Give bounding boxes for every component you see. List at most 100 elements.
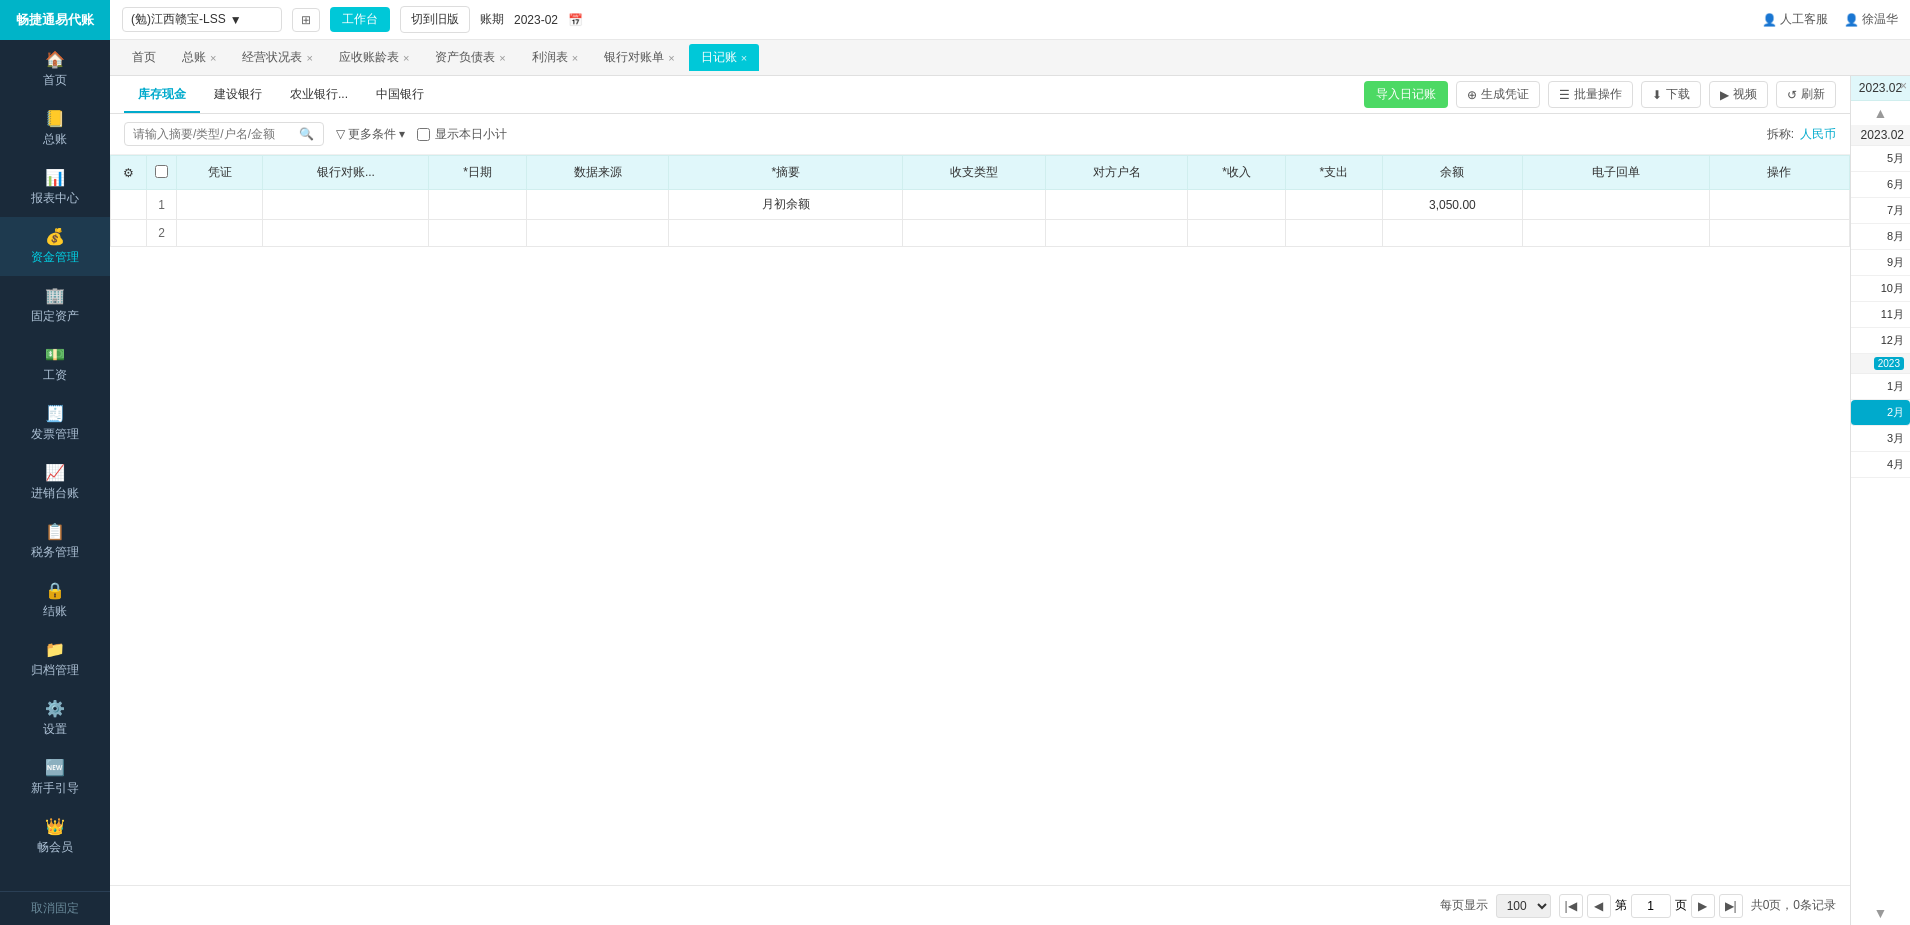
sales-icon: 📈 [45,463,65,482]
tab-bank-label: 银行对账单 [604,49,664,66]
copy-button[interactable]: ⊞ [292,8,320,32]
date-month-1[interactable]: 1月 [1851,374,1910,400]
th-counterparty: 对方户名 [1045,156,1188,190]
date-month-10[interactable]: 10月 [1851,276,1910,302]
sidebar-item-label: 畅会员 [37,839,73,856]
sidebar-item-finance[interactable]: 💰 资金管理 [0,217,110,276]
sub-tab-boc[interactable]: 中国银行 [362,78,438,113]
show-today-checkbox[interactable] [417,128,430,141]
last-page-button[interactable]: ▶| [1719,894,1743,918]
prev-page-button[interactable]: ◀ [1587,894,1611,918]
th-settings[interactable]: ⚙ [111,156,147,190]
unpin-button[interactable]: 取消固定 [0,891,110,925]
sub-tab-cash[interactable]: 库存现金 [124,78,200,113]
date-month-11[interactable]: 11月 [1851,302,1910,328]
date-month-9[interactable]: 9月 [1851,250,1910,276]
search-box[interactable]: 🔍 [124,122,324,146]
period-label: 账期 [480,11,504,28]
sidebar-item-closing[interactable]: 🔒 结账 [0,571,110,630]
page-number-input[interactable] [1631,894,1671,918]
sidebar-item-ledger[interactable]: 📒 总账 [0,99,110,158]
tab-ledger-label: 总账 [182,49,206,66]
old-version-button[interactable]: 切到旧版 [400,6,470,33]
tab-receivables[interactable]: 应收账龄表 × [327,44,421,71]
currency-value[interactable]: 人民币 [1800,126,1836,143]
invoice-icon: 🧾 [45,404,65,423]
date-scroll-up[interactable]: ▲ [1851,101,1910,125]
download-label: 下载 [1666,86,1690,103]
sidebar-item-label: 工资 [43,367,67,384]
calendar-icon[interactable]: 📅 [568,13,583,27]
journal-area: 库存现金 建设银行 农业银行... 中国银行 导入日记账 ⊕ 生成凭证 [110,76,1850,925]
sub-tab-ccb[interactable]: 建设银行 [200,78,276,113]
more-filter-button[interactable]: ▽ 更多条件 ▾ [336,126,405,143]
topbar: (勉)江西赣宝-LSS ▼ ⊞ 工作台 切到旧版 账期 2023-02 📅 👤 … [110,0,1910,40]
tab-assets-close[interactable]: × [499,52,505,64]
sidebar-item-archive[interactable]: 📁 归档管理 [0,630,110,689]
tab-ledger[interactable]: 总账 × [170,44,228,71]
tab-journal[interactable]: 日记账 × [689,44,759,71]
date-month-7[interactable]: 7月 [1851,198,1910,224]
tab-journal-close[interactable]: × [741,52,747,64]
sub-tab-abc[interactable]: 农业银行... [276,78,362,113]
tab-bank-reconcile[interactable]: 银行对账单 × [592,44,686,71]
chevron-down-icon: ▾ [399,127,405,141]
service-button[interactable]: 👤 人工客服 [1762,11,1828,28]
page-size-label: 每页显示 [1440,897,1488,914]
date-scroll-down[interactable]: ▼ [1851,901,1910,925]
row-voucher [177,220,263,247]
batch-op-button[interactable]: ☰ 批量操作 [1548,81,1633,108]
video-button[interactable]: ▶ 视频 [1709,81,1768,108]
tab-ledger-close[interactable]: × [210,52,216,64]
sidebar-item-home[interactable]: 🏠 首页 [0,40,110,99]
sidebar-item-tax[interactable]: 📋 税务管理 [0,512,110,571]
th-summary: *摘要 [669,156,903,190]
sidebar-item-vip[interactable]: 👑 畅会员 [0,807,110,866]
sidebar-item-assets[interactable]: 🏢 固定资产 [0,276,110,335]
row-checkbox: 1 [147,190,177,220]
tab-bank-close[interactable]: × [668,52,674,64]
th-payment-type: 收支类型 [903,156,1046,190]
tab-assets[interactable]: 资产负债表 × [423,44,517,71]
select-all-checkbox[interactable] [155,165,168,178]
company-selector[interactable]: (勉)江西赣宝-LSS ▼ [122,7,282,32]
show-today-toggle[interactable]: 显示本日小计 [417,126,507,143]
search-input[interactable] [133,127,293,141]
tab-biz-close[interactable]: × [306,52,312,64]
date-month-8[interactable]: 8月 [1851,224,1910,250]
date-month-3[interactable]: 3月 [1851,426,1910,452]
page-label: 第 [1615,897,1627,914]
date-month-2-active[interactable]: 2月 [1851,400,1910,426]
tab-home[interactable]: 首页 [120,44,168,71]
assets-icon: 🏢 [45,286,65,305]
date-month-4[interactable]: 4月 [1851,452,1910,478]
download-icon: ⬇ [1652,88,1662,102]
date-picker-sidebar: 2023.02 × ▲ 2023.02 5月 6月 7月 8月 9月 10月 1… [1850,76,1910,925]
date-month-5[interactable]: 5月 [1851,146,1910,172]
sidebar-item-settings[interactable]: ⚙️ 设置 [0,689,110,748]
page-size-select[interactable]: 100 50 200 [1496,894,1551,918]
show-today-label: 显示本日小计 [435,126,507,143]
import-journal-button[interactable]: 导入日记账 [1364,81,1448,108]
sidebar-item-salary[interactable]: 💵 工资 [0,335,110,394]
sidebar-item-guide[interactable]: 🆕 新手引导 [0,748,110,807]
generate-voucher-button[interactable]: ⊕ 生成凭证 [1456,81,1540,108]
user-button[interactable]: 👤 徐温华 [1844,11,1898,28]
first-page-button[interactable]: |◀ [1559,894,1583,918]
sidebar-item-label: 总账 [43,131,67,148]
row-balance: 3,050.00 [1383,190,1523,220]
sidebar-item-sales[interactable]: 📈 进销台账 [0,453,110,512]
sidebar-item-reports[interactable]: 📊 报表中心 [0,158,110,217]
date-month-6[interactable]: 6月 [1851,172,1910,198]
date-month-12[interactable]: 12月 [1851,328,1910,354]
next-page-button[interactable]: ▶ [1691,894,1715,918]
workbench-button[interactable]: 工作台 [330,7,390,32]
tab-profit[interactable]: 利润表 × [520,44,590,71]
download-button[interactable]: ⬇ 下载 [1641,81,1701,108]
tab-profit-close[interactable]: × [572,52,578,64]
sidebar-item-invoice[interactable]: 🧾 发票管理 [0,394,110,453]
date-sidebar-close-button[interactable]: × [1900,79,1907,93]
tab-receivables-close[interactable]: × [403,52,409,64]
tab-biz-status[interactable]: 经营状况表 × [230,44,324,71]
refresh-button[interactable]: ↺ 刷新 [1776,81,1836,108]
